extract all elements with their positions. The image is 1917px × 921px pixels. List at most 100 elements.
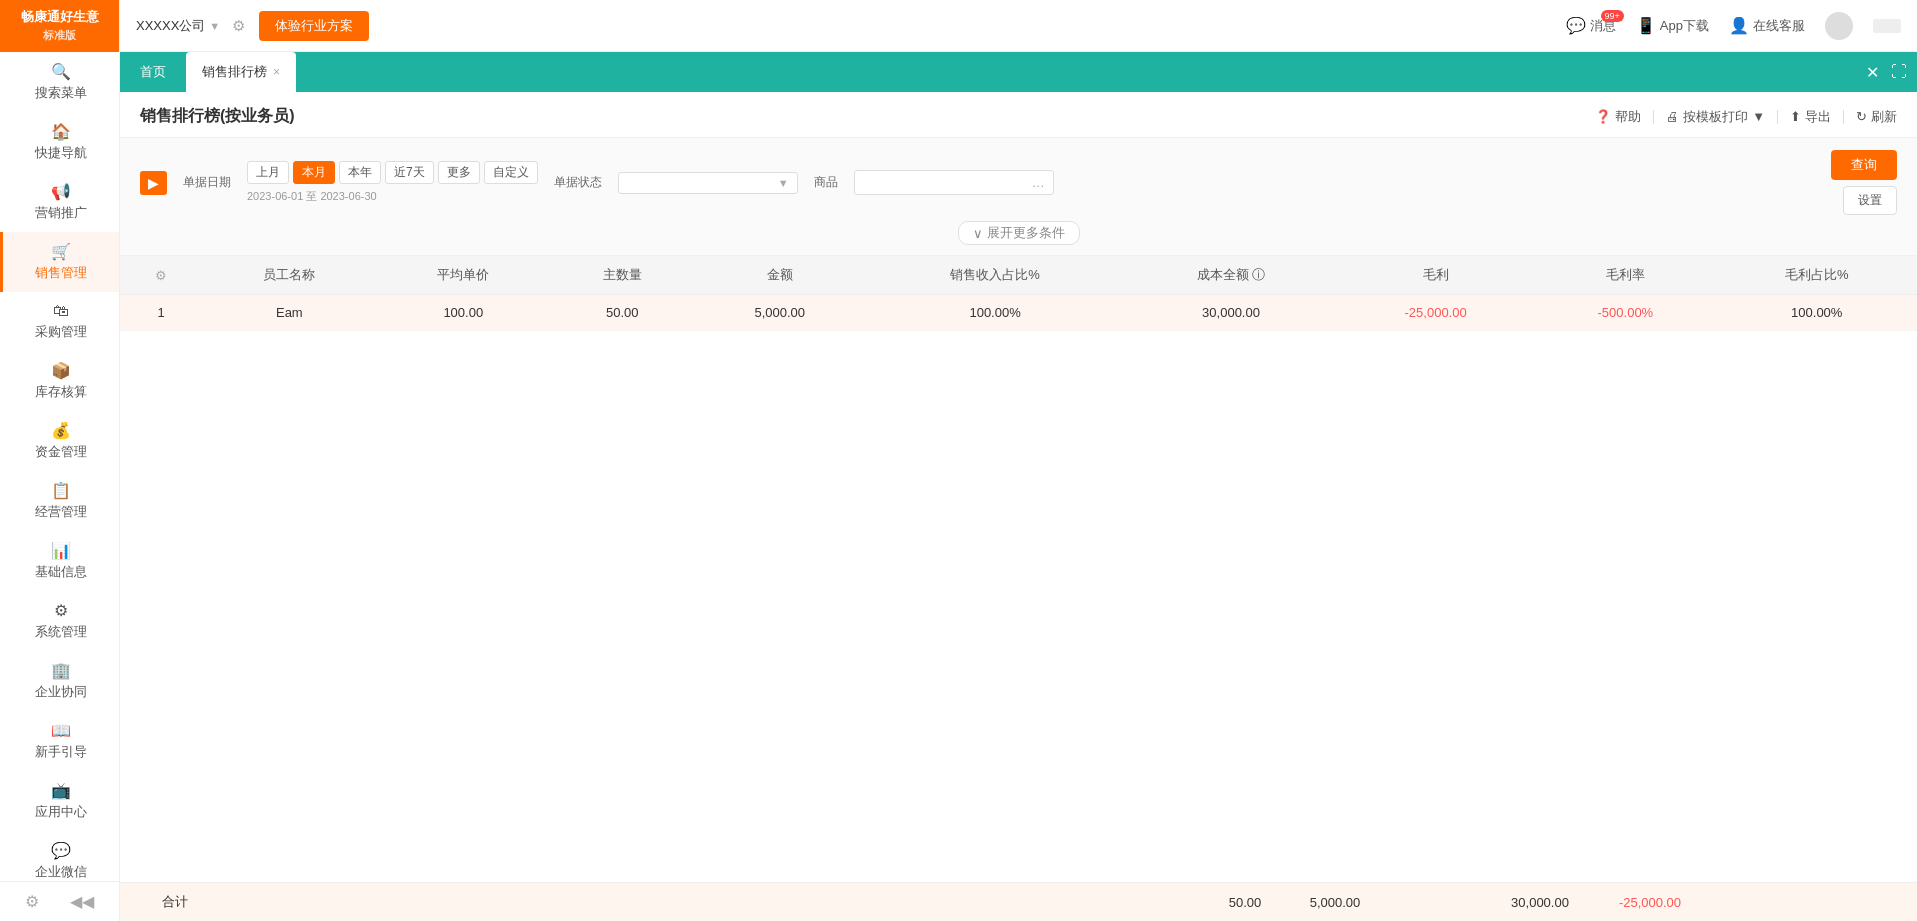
table-body: 1Eam100.0050.005,000.00100.00%30,000.00-… [120, 295, 1917, 331]
footer-cost: 30,000.00 [1485, 895, 1595, 910]
table-cell-2: 100.00 [376, 295, 550, 331]
sidebar-item-13[interactable]: 💬企业微信 [0, 831, 119, 881]
settings-button[interactable]: 设置 [1843, 186, 1897, 215]
col-header-1: 员工名称 [202, 256, 376, 295]
sidebar-item-8[interactable]: 📊基础信息 [0, 531, 119, 591]
status-filter-label: 单据状态 [554, 174, 602, 191]
sidebar-item-1[interactable]: 🏠 快捷导航 [0, 112, 119, 172]
divider1 [1653, 110, 1654, 124]
settings-col-icon[interactable]: ⚙ [155, 268, 167, 283]
sidebar-item-2[interactable]: 📢营销推广 [0, 172, 119, 232]
user-avatar[interactable] [1825, 12, 1853, 40]
message-badge: 99+ [1601, 10, 1624, 22]
date-btn-自定义[interactable]: 自定义 [484, 161, 538, 184]
sidebar-icon-4: 🛍 [53, 302, 69, 320]
page-actions: ❓ 帮助 🖨 按模板打印 ▼ ⬆ 导出 ↻ 刷新 [1595, 108, 1897, 126]
col-header-4: 金额 [694, 256, 865, 295]
col-header-6: 成本全额 ⓘ [1125, 256, 1337, 295]
date-btn-本月[interactable]: 本月 [293, 161, 335, 184]
sidebar-nav: 🔍搜索菜单 🏠 快捷导航 📢营销推广 🛒 销售管理 🛍 采购管理 📦库存核算💰资金管理 📋 经营管理… [0, 52, 119, 881]
date-btn-近7天[interactable]: 近7天 [385, 161, 434, 184]
sidebar-item-11[interactable]: 📖新手引导 [0, 711, 119, 771]
tab-home[interactable]: 首页 [120, 52, 186, 92]
content-area: 销售排行榜(按业务员) ❓ 帮助 🖨 按模板打印 ▼ ⬆ 导出 [120, 92, 1917, 921]
filter-toggle-arrow[interactable]: ▶ [140, 171, 167, 195]
company-name: XXXXX公司 [136, 17, 205, 35]
tab-sales-ranking[interactable]: 销售排行榜 × [186, 52, 296, 92]
divider2 [1777, 110, 1778, 124]
tab-close-window-icon[interactable]: ✕ [1866, 63, 1879, 82]
table-cell-7: -25,000.00 [1337, 295, 1534, 331]
status-dropdown-arrow: ▼ [778, 177, 789, 189]
sidebar-icon-13: 💬 [51, 841, 71, 860]
col-header-5: 销售收入占比% [865, 256, 1125, 295]
export-button[interactable]: ⬆ 导出 [1790, 108, 1831, 126]
messages-button[interactable]: 💬 消息 99+ [1566, 16, 1616, 35]
app-download-label: App下载 [1660, 17, 1709, 35]
tab-close-icon[interactable]: × [273, 65, 280, 79]
topbar-right: 💬 消息 99+ 📱 App下载 👤 在线客服 [1566, 12, 1901, 40]
sidebar-icon-1: 🏠 [51, 122, 71, 141]
sidebar-item-0[interactable]: 🔍搜索菜单 [0, 52, 119, 112]
date-range-display: 2023-06-01 至 2023-06-30 [247, 189, 538, 204]
help-button[interactable]: ❓ 帮助 [1595, 108, 1641, 126]
expand-more-conditions-button[interactable]: ∨ 展开更多条件 [958, 221, 1080, 245]
sidebar-item-4[interactable]: 🛍 采购管理 [0, 292, 119, 351]
collapse-sidebar-icon[interactable]: ◀◀ [70, 892, 94, 911]
refresh-icon: ↻ [1856, 109, 1867, 124]
sidebar-item-7[interactable]: 📋 经营管理 [0, 471, 119, 531]
page-header: 销售排行榜(按业务员) ❓ 帮助 🖨 按模板打印 ▼ ⬆ 导出 [120, 92, 1917, 138]
sidebar-label-7: 经营管理 [35, 503, 87, 521]
sidebar-label-4: 采购管理 [35, 323, 87, 341]
sidebar-item-9[interactable]: ⚙系统管理 [0, 591, 119, 651]
tab-active-label: 销售排行榜 [202, 63, 267, 81]
date-btn-更多[interactable]: 更多 [438, 161, 480, 184]
tabbar: 首页 销售排行榜 × ✕ ⛶ [120, 52, 1917, 92]
table-cell-1: Eam [202, 295, 376, 331]
col-header-8: 毛利率 [1534, 256, 1716, 295]
table-cell-6: 30,000.00 [1125, 295, 1337, 331]
sidebar-item-6[interactable]: 💰资金管理 [0, 411, 119, 471]
footer-gross-profit: -25,000.00 [1595, 895, 1705, 910]
date-btn-上月[interactable]: 上月 [247, 161, 289, 184]
table-cell-8: -500.00% [1534, 295, 1716, 331]
table-cell-5: 100.00% [865, 295, 1125, 331]
sidebar-label-3: 销售管理 [35, 264, 87, 282]
settings-footer-icon[interactable]: ⚙ [25, 892, 39, 911]
sidebar-icon-10: 🏢 [51, 661, 71, 680]
tab-maximize-icon[interactable]: ⛶ [1891, 63, 1907, 81]
sidebar-item-12[interactable]: 📺应用中心 [0, 771, 119, 831]
date-btn-本年[interactable]: 本年 [339, 161, 381, 184]
topbar: XXXXX公司 ▼ ⚙ 体验行业方案 💬 消息 99+ 📱 App下载 👤 在线… [120, 0, 1917, 52]
sidebar-icon-3: 🛒 [51, 242, 71, 261]
help-label: 帮助 [1615, 108, 1641, 126]
sidebar-item-3[interactable]: 🛒 销售管理 [0, 232, 119, 292]
sidebar-item-10[interactable]: 🏢企业协同 [0, 651, 119, 711]
sidebar-icon-7: 📋 [51, 481, 71, 500]
sidebar-label-1: 快捷导航 [35, 144, 87, 162]
export-icon: ⬆ [1790, 109, 1801, 124]
sidebar-item-5[interactable]: 📦库存核算 [0, 351, 119, 411]
date-filter-label: 单据日期 [183, 174, 231, 191]
sidebar-icon-5: 📦 [51, 361, 71, 380]
help-icon: ❓ [1595, 109, 1611, 124]
print-label: 按模板打印 [1683, 108, 1748, 126]
table-cell-9: 100.00% [1717, 295, 1918, 331]
topbar-gear-icon[interactable]: ⚙ [232, 17, 245, 35]
online-service-button[interactable]: 👤 在线客服 [1729, 16, 1805, 35]
refresh-button[interactable]: ↻ 刷新 [1856, 108, 1897, 126]
query-button[interactable]: 查询 [1831, 150, 1897, 180]
print-button[interactable]: 🖨 按模板打印 ▼ [1666, 108, 1765, 126]
sidebar-label-8: 基础信息 [35, 563, 87, 581]
status-select[interactable]: ▼ [618, 172, 798, 194]
col-header-7: 毛利 [1337, 256, 1534, 295]
col-header-0: ⚙ [120, 256, 202, 295]
company-selector[interactable]: XXXXX公司 ▼ [136, 17, 220, 35]
footer-label: 合计 [162, 893, 1125, 911]
goods-select[interactable]: … [854, 170, 1054, 195]
page-title: 销售排行榜(按业务员) [140, 106, 295, 127]
trial-industry-button[interactable]: 体验行业方案 [259, 11, 369, 41]
expand-label: 展开更多条件 [987, 224, 1065, 242]
col-header-9: 毛利占比% [1717, 256, 1918, 295]
app-download-button[interactable]: 📱 App下载 [1636, 16, 1709, 35]
